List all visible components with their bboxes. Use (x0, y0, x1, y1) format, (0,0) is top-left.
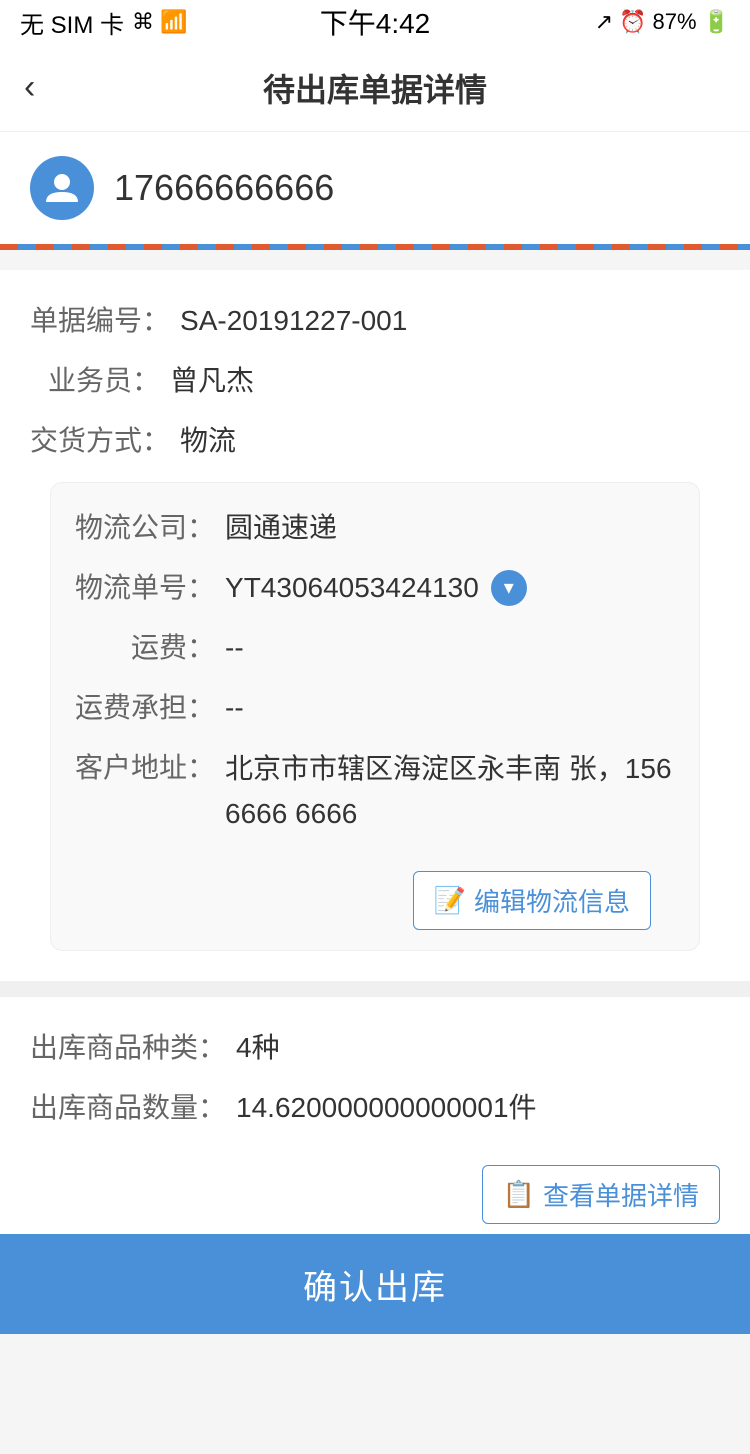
customer-phone: 17666666666 (114, 167, 334, 209)
goods-quantity-value: 14.620000000000001件 (236, 1087, 720, 1129)
tracking-no-value: YT43064053424130 ▾ (225, 567, 675, 609)
customer-header: 17666666666 (0, 132, 750, 244)
delivery-method-label: 交货方式： (30, 420, 170, 462)
edit-btn-label: 编辑物流信息 (474, 882, 630, 919)
goods-category-row: 出库商品种类： 4种 (30, 1027, 720, 1069)
person-icon (44, 170, 80, 206)
edit-icon: 📝 (434, 885, 466, 916)
logistics-company-value: 圆通速递 (225, 507, 675, 549)
avatar (30, 156, 94, 220)
address-value: 北京市市辖区海淀区永丰南 张，156 6666 6666 (225, 747, 675, 837)
status-left: 无 SIM 卡 ⌘ 📶 (20, 5, 188, 40)
tracking-no-label: 物流单号： (75, 567, 215, 609)
order-number-value: SA-20191227-001 (180, 300, 720, 342)
status-right: ↗ ⏰ 87% 🔋 (595, 9, 730, 35)
page-title: 待出库单据详情 (263, 65, 487, 111)
goods-quantity-label: 出库商品数量： (30, 1087, 226, 1129)
logistics-company-row: 物流公司： 圆通速递 (75, 507, 675, 549)
location-icon: ↗ (595, 9, 613, 35)
status-time: 下午4:42 (320, 2, 431, 42)
order-info-section: 单据编号： SA-20191227-001 业务员： 曾凡杰 交货方式： 物流 … (0, 270, 750, 981)
confirm-btn-label: 确认出库 (303, 1260, 447, 1309)
goods-category-value: 4种 (236, 1027, 720, 1069)
section-separator-1 (0, 981, 750, 997)
order-number-row: 单据编号： SA-20191227-001 (30, 300, 720, 342)
view-details-btn-label: 查看单据详情 (543, 1176, 699, 1213)
nav-bar: ‹ 待出库单据详情 (0, 44, 750, 132)
address-row: 客户地址： 北京市市辖区海淀区永丰南 张，156 6666 6666 (75, 747, 675, 837)
freight-payer-row: 运费承担： -- (75, 687, 675, 729)
carrier-label: 无 SIM 卡 (20, 5, 124, 40)
wifi-icon: ⌘ 📶 (132, 9, 188, 35)
goods-quantity-row: 出库商品数量： 14.620000000000001件 (30, 1087, 720, 1129)
back-button[interactable]: ‹ (24, 68, 35, 107)
freight-payer-value: -- (225, 687, 675, 729)
freight-label: 运费： (75, 627, 215, 669)
logistics-card: 物流公司： 圆通速递 物流单号： YT43064053424130 ▾ 运费： … (50, 482, 700, 951)
status-bar: 无 SIM 卡 ⌘ 📶 下午4:42 ↗ ⏰ 87% 🔋 (0, 0, 750, 44)
alarm-icon: ⏰ (619, 9, 646, 35)
freight-row: 运费： -- (75, 627, 675, 669)
goods-category-label: 出库商品种类： (30, 1027, 226, 1069)
address-label: 客户地址： (75, 747, 215, 789)
delivery-method-value: 物流 (180, 420, 720, 462)
freight-value: -- (225, 627, 675, 669)
dashed-divider (0, 244, 750, 250)
logistics-company-label: 物流公司： (75, 507, 215, 549)
tracking-no-row: 物流单号： YT43064053424130 ▾ (75, 567, 675, 609)
location-marker-icon[interactable]: ▾ (491, 570, 527, 606)
freight-payer-label: 运费承担： (75, 687, 215, 729)
list-icon: 📋 (503, 1179, 535, 1210)
order-number-label: 单据编号： (30, 300, 170, 342)
goods-section: 出库商品种类： 4种 出库商品数量： 14.620000000000001件 (0, 997, 750, 1149)
salesperson-value: 曾凡杰 (170, 360, 720, 402)
salesperson-label: 业务员： (30, 360, 160, 402)
battery-level: 87% (653, 9, 697, 35)
salesperson-row: 业务员： 曾凡杰 (30, 360, 720, 402)
view-details-button[interactable]: 📋 查看单据详情 (482, 1165, 720, 1224)
delivery-method-row: 交货方式： 物流 (30, 420, 720, 462)
confirm-button[interactable]: 确认出库 (0, 1234, 750, 1334)
battery-icon: 🔋 (703, 9, 730, 35)
edit-logistics-button[interactable]: 📝 编辑物流信息 (413, 871, 651, 930)
edit-btn-row: 📝 编辑物流信息 (75, 855, 675, 950)
